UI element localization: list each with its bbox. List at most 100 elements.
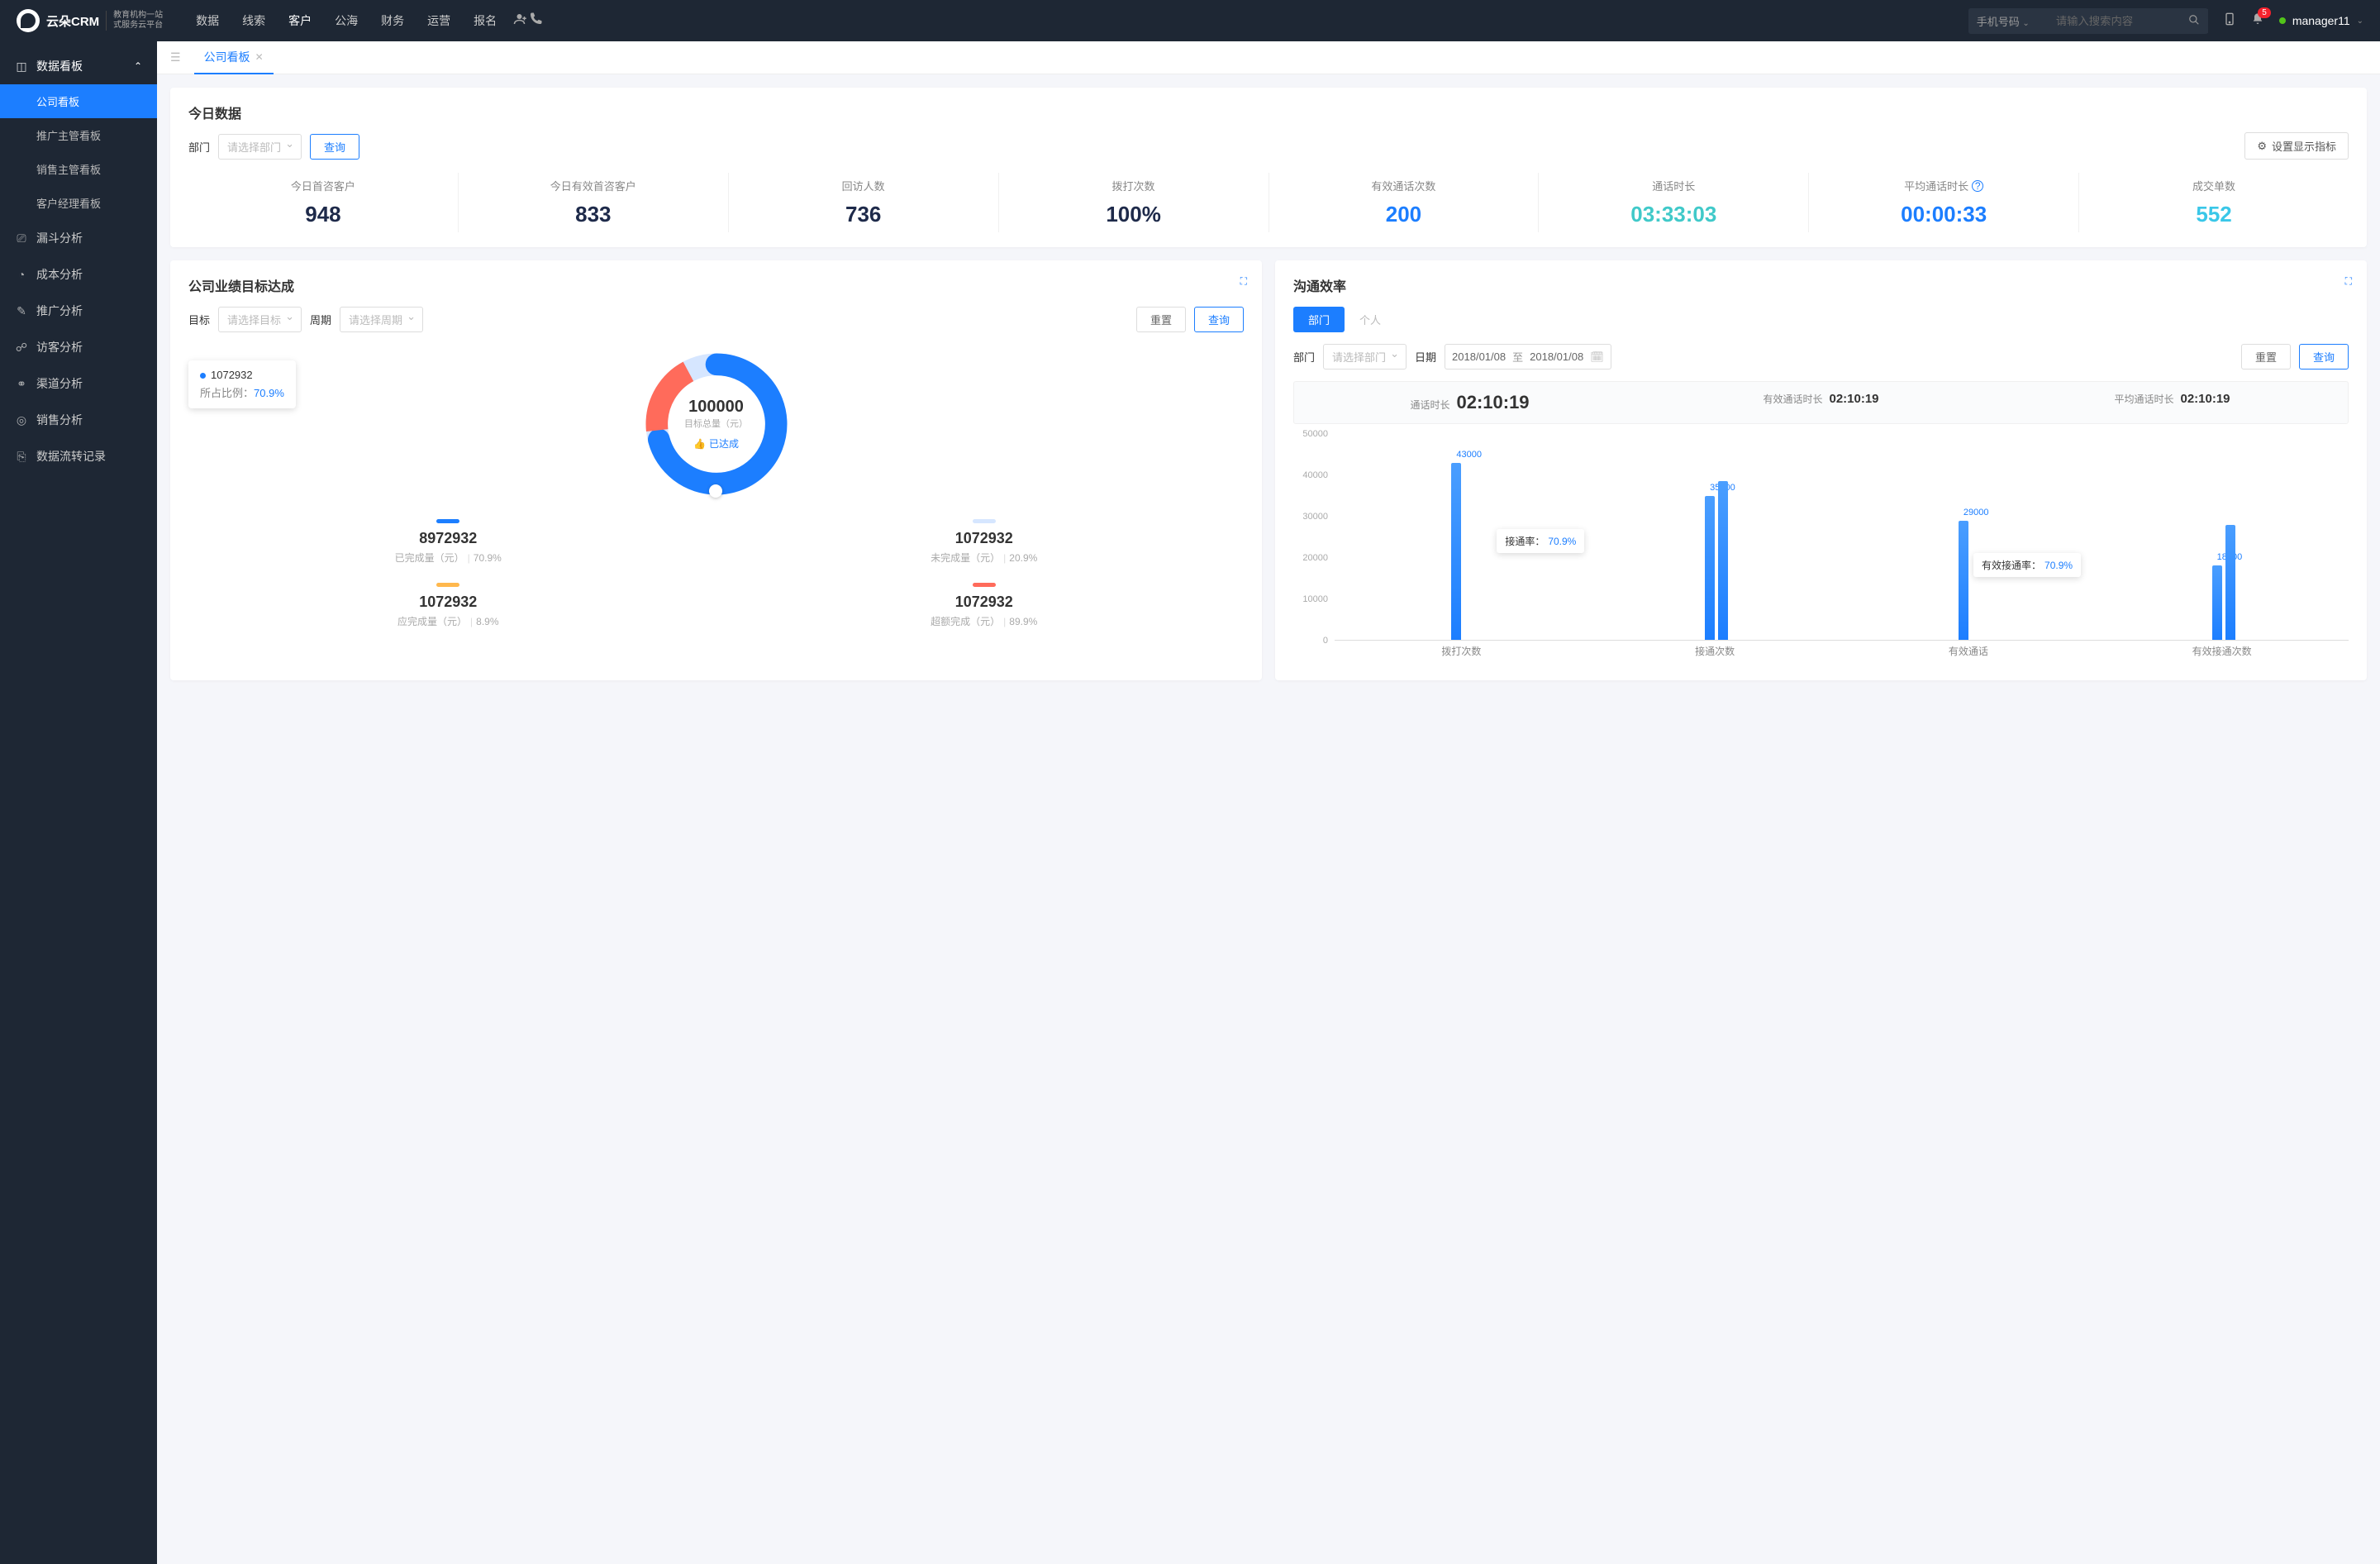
card-goal-achievement: ⛶ 公司业绩目标达成 目标 请选择目标 周期 请选择周期 重置 查询 xyxy=(170,260,1262,680)
kpi-cell: 平均通话时长?00:00:33 xyxy=(1809,173,2079,232)
app-header: 云朵CRM 教育机构一站 式服务云平台 数据 线索 客户 公海 财务 运营 报名 手机号码 … xyxy=(0,0,2380,41)
calendar-icon: 🗓 xyxy=(1590,350,1604,364)
legend-item: 1072932 未完成量（元）|20.9% xyxy=(725,519,1245,565)
add-user-icon[interactable] xyxy=(513,12,528,31)
bell-icon[interactable]: 5 xyxy=(2251,12,2264,30)
notification-badge: 5 xyxy=(2258,7,2271,18)
phone-icon[interactable] xyxy=(528,12,543,31)
achieved-badge: 👍 已达成 xyxy=(693,436,739,451)
bar: 18000 xyxy=(2212,565,2222,640)
reset-button[interactable]: 重置 xyxy=(2241,344,2291,370)
date-range-input[interactable]: 2018/01/08 至 2018/01/08 🗓 xyxy=(1445,344,1611,370)
bar xyxy=(2225,525,2235,640)
user-menu[interactable]: manager11 ⌄ xyxy=(2279,14,2363,27)
kpi-value: 948 xyxy=(192,202,455,227)
settings-indicators-button[interactable]: ⚙ 设置显示指标 xyxy=(2244,132,2349,160)
logo[interactable]: 云朵CRM 教育机构一站 式服务云平台 xyxy=(17,9,163,32)
kpi-value: 736 xyxy=(732,202,995,227)
kpi-cell: 通话时长03:33:03 xyxy=(1539,173,1809,232)
sidebar-item[interactable]: ◔成本分析 xyxy=(0,256,157,293)
query-button[interactable]: 查询 xyxy=(310,134,359,160)
donut-center-value: 100000 xyxy=(688,398,744,417)
query-button[interactable]: 查询 xyxy=(2299,344,2349,370)
dashboard-icon: ◫ xyxy=(15,60,28,74)
menu-icon: ⚭ xyxy=(15,377,28,391)
bar-chart: 01000020000300004000050000 接通率：70.9% 有效接… xyxy=(1293,434,2349,665)
username: manager11 xyxy=(2292,14,2350,27)
kpi-value: 833 xyxy=(462,202,725,227)
gear-icon: ⚙ xyxy=(2257,140,2267,153)
query-button[interactable]: 查询 xyxy=(1194,307,1244,332)
sidebar-item[interactable]: 销售主管看板 xyxy=(0,152,157,186)
card-communication-efficiency: ⛶ 沟通效率 部门 个人 部门 请选择部门 日期 2018/01/08 xyxy=(1275,260,2367,680)
sidebar-item[interactable]: 客户经理看板 xyxy=(0,186,157,220)
card-title: 公司业绩目标达成 xyxy=(188,275,1244,295)
reset-button[interactable]: 重置 xyxy=(1136,307,1186,332)
expand-icon[interactable]: ⛶ xyxy=(1240,275,1247,288)
kpi-cell: 成交单数552 xyxy=(2079,173,2349,232)
legend-item: 1072932 超额完成（元）|89.9% xyxy=(725,583,1245,628)
bar: 29000 xyxy=(1959,521,1968,640)
menu-icon: ✎ xyxy=(15,304,28,318)
sidebar-item[interactable]: 公司看板 xyxy=(0,84,157,118)
dept-select[interactable]: 请选择部门 xyxy=(1323,344,1407,370)
kpi-cell: 回访人数736 xyxy=(729,173,999,232)
card-title: 沟通效率 xyxy=(1293,275,2349,295)
logo-text: 云朵CRM xyxy=(46,12,99,30)
mobile-icon[interactable] xyxy=(2223,12,2236,30)
tab-bar: ☰ 公司看板 ✕ xyxy=(157,41,2380,74)
search-button[interactable] xyxy=(2180,9,2208,33)
nav-item[interactable]: 数据 xyxy=(196,12,219,29)
chart-tooltip: 接通率：70.9% xyxy=(1497,529,1584,553)
search-input[interactable] xyxy=(2048,10,2180,32)
period-select[interactable]: 请选择周期 xyxy=(340,307,423,332)
sidebar-item[interactable]: ✎推广分析 xyxy=(0,293,157,329)
menu-icon: ◔ xyxy=(15,268,28,281)
chart-tooltip: 有效接通率：70.9% xyxy=(1973,553,2081,577)
tab-company-board[interactable]: 公司看板 ✕ xyxy=(194,41,274,74)
sidebar-item[interactable]: 推广主管看板 xyxy=(0,118,157,152)
card-title: 今日数据 xyxy=(188,103,2349,122)
info-icon[interactable]: ? xyxy=(1972,180,1983,192)
nav-item[interactable]: 运营 xyxy=(427,12,450,29)
kpi-value: 03:33:03 xyxy=(1542,202,1805,227)
search-type-select[interactable]: 手机号码 ⌄ xyxy=(1968,8,2048,34)
close-icon[interactable]: ✕ xyxy=(255,51,264,63)
status-online-icon xyxy=(2279,17,2286,24)
stat-cell: 平均通话时长02:10:19 xyxy=(1997,392,2348,413)
kpi-cell: 拨打次数100% xyxy=(999,173,1269,232)
dept-select[interactable]: 请选择部门 xyxy=(218,134,302,160)
expand-icon[interactable]: ⛶ xyxy=(2345,275,2352,288)
target-select[interactable]: 请选择目标 xyxy=(218,307,302,332)
sidebar-group-dashboard[interactable]: ◫ 数据看板 ⌃ xyxy=(0,48,157,84)
sidebar-item[interactable]: ☍访客分析 xyxy=(0,329,157,365)
sidebar: ◫ 数据看板 ⌃ 公司看板推广主管看板销售主管看板客户经理看板 ⎚漏斗分析◔成本… xyxy=(0,41,157,1564)
main-content: ☰ 公司看板 ✕ 今日数据 部门 请选择部门 查询 ⚙ xyxy=(157,41,2380,1564)
top-nav: 数据 线索 客户 公海 财务 运营 报名 xyxy=(196,12,497,29)
hamburger-icon[interactable]: ☰ xyxy=(165,50,186,64)
seg-tab-person[interactable]: 个人 xyxy=(1345,307,1396,332)
nav-item[interactable]: 公海 xyxy=(335,12,358,29)
sidebar-item[interactable]: ⎘数据流转记录 xyxy=(0,438,157,474)
kpi-value: 00:00:33 xyxy=(1812,202,2075,227)
chevron-up-icon: ⌃ xyxy=(134,60,142,72)
card-today-data: 今日数据 部门 请选择部门 查询 ⚙ 设置显示指标 今日首咨客户948今日有效首… xyxy=(170,88,2367,247)
nav-item[interactable]: 财务 xyxy=(381,12,404,29)
nav-item[interactable]: 线索 xyxy=(242,12,265,29)
sidebar-item[interactable]: ⎚漏斗分析 xyxy=(0,220,157,256)
kpi-cell: 今日有效首咨客户833 xyxy=(459,173,729,232)
kpi-value: 552 xyxy=(2082,202,2345,227)
cloud-icon xyxy=(17,9,40,32)
sidebar-item[interactable]: ◎销售分析 xyxy=(0,402,157,438)
nav-item[interactable]: 报名 xyxy=(474,12,497,29)
bar: 43000 xyxy=(1451,463,1461,640)
kpi-cell: 有效通话次数200 xyxy=(1269,173,1540,232)
legend-item: 1072932 应完成量（元）|8.9% xyxy=(188,583,708,628)
kpi-value: 100% xyxy=(1002,202,1265,227)
sidebar-item[interactable]: ⚭渠道分析 xyxy=(0,365,157,402)
seg-tab-dept[interactable]: 部门 xyxy=(1293,307,1345,332)
nav-item[interactable]: 客户 xyxy=(288,12,312,29)
donut-chart: 100000 目标总量（元） 👍 已达成 xyxy=(638,346,795,503)
stat-cell: 通话时长02:10:19 xyxy=(1294,392,1645,413)
bar xyxy=(1718,481,1728,640)
